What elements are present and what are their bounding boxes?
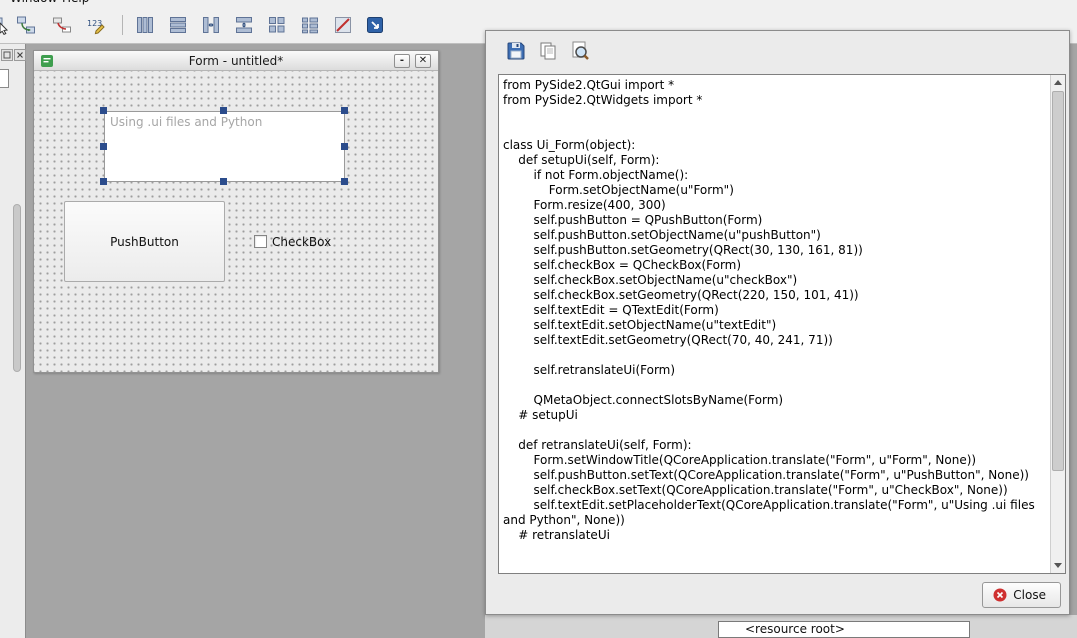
widget-box-dock: [0, 44, 26, 638]
selection-handle[interactable]: [100, 143, 107, 150]
layout-horizontal-icon: [135, 15, 155, 35]
form-editor-window: Form - untitled* - ✕ Using .ui files and…: [33, 50, 439, 373]
form-close-button[interactable]: ✕: [415, 54, 431, 68]
menu-bar: Window Help: [0, 0, 1077, 6]
selection-handle[interactable]: [100, 107, 107, 114]
arrow-up-icon: [1054, 80, 1062, 85]
form-titlebar[interactable]: Form - untitled* - ✕: [34, 51, 438, 71]
selection-handle[interactable]: [341, 178, 348, 185]
checkbox-indicator[interactable]: [254, 235, 267, 248]
form-canvas[interactable]: Using .ui files and Python PushButton Ch…: [34, 71, 438, 372]
copy-icon: [537, 40, 559, 62]
close-button-label: Close: [1013, 588, 1046, 602]
dock-float-icon: [3, 51, 11, 59]
qt-designer-window: Window Help 123: [0, 0, 1077, 638]
find-button[interactable]: [567, 38, 593, 64]
dock-float-button[interactable]: [1, 49, 13, 61]
widget-filter-input[interactable]: [0, 69, 9, 88]
layout-vertical-icon: [168, 15, 188, 35]
menu-item-help[interactable]: Help: [62, 0, 89, 5]
generated-code: from PySide2.QtGui import * from PySide2…: [503, 78, 1046, 543]
copy-button[interactable]: [535, 38, 561, 64]
layout-horizontal-splitter-icon: [201, 15, 221, 35]
layout-vertical-splitter-icon: [234, 15, 254, 35]
textedit-placeholder: Using .ui files and Python: [105, 112, 344, 132]
arrow-down-icon: [1054, 563, 1062, 568]
save-icon: [505, 40, 527, 62]
layout-horizontal-button[interactable]: [132, 12, 158, 38]
layout-grid-button[interactable]: [264, 12, 290, 38]
layout-form-icon: [300, 15, 320, 35]
checkbox-label: CheckBox: [272, 235, 331, 249]
code-view[interactable]: from PySide2.QtGui import * from PySide2…: [498, 74, 1066, 574]
break-layout-button[interactable]: [330, 12, 356, 38]
scroll-up-button[interactable]: [1051, 75, 1065, 90]
dock-scrollbar[interactable]: [13, 204, 21, 372]
edit-widgets-button[interactable]: [0, 12, 14, 38]
code-preview-dialog: from PySide2.QtGui import * from PySide2…: [485, 30, 1070, 615]
edit-signals-slots-icon: [16, 15, 36, 35]
textedit-widget[interactable]: Using .ui files and Python: [104, 111, 345, 182]
layout-form-button[interactable]: [297, 12, 323, 38]
menu-item-window[interactable]: Window: [10, 0, 57, 5]
code-text-container[interactable]: from PySide2.QtGui import * from PySide2…: [499, 75, 1050, 573]
scroll-thumb[interactable]: [1052, 91, 1064, 471]
edit-tab-order-icon: 123: [86, 15, 106, 35]
edit-tab-order-button[interactable]: 123: [83, 12, 109, 38]
close-icon: [993, 588, 1007, 602]
layout-horizontal-splitter-button[interactable]: [198, 12, 224, 38]
resource-browser-dock: <resource root>: [485, 615, 1077, 638]
adjust-size-icon: [365, 15, 385, 35]
dock-close-button[interactable]: [14, 49, 26, 61]
form-minimize-button[interactable]: -: [394, 54, 410, 68]
selection-handle[interactable]: [341, 143, 348, 150]
edit-widgets-icon: [0, 15, 11, 35]
layout-vertical-button[interactable]: [165, 12, 191, 38]
break-layout-icon: [333, 15, 353, 35]
vertical-scrollbar[interactable]: [1050, 75, 1065, 573]
checkbox-widget[interactable]: CheckBox: [254, 221, 355, 262]
find-icon: [569, 40, 591, 62]
selection-handle[interactable]: [341, 107, 348, 114]
selection-handle[interactable]: [220, 107, 227, 114]
layout-grid-icon: [267, 15, 287, 35]
scroll-down-button[interactable]: [1051, 558, 1065, 573]
layout-vertical-splitter-button[interactable]: [231, 12, 257, 38]
dock-close-icon: [16, 51, 24, 59]
toolbar-separator: [122, 15, 123, 35]
close-button[interactable]: Close: [982, 582, 1061, 608]
pushbutton-widget[interactable]: PushButton: [64, 201, 225, 282]
save-button[interactable]: [503, 38, 529, 64]
selection-handle[interactable]: [220, 178, 227, 185]
resource-root-item[interactable]: <resource root>: [718, 621, 970, 638]
adjust-size-button[interactable]: [362, 12, 388, 38]
edit-buddies-button[interactable]: [49, 12, 75, 38]
pushbutton-label: PushButton: [110, 235, 179, 249]
form-window-title: Form - untitled*: [34, 51, 438, 71]
edit-buddies-icon: [52, 15, 72, 35]
edit-signals-slots-button[interactable]: [13, 12, 39, 38]
selection-handle[interactable]: [100, 178, 107, 185]
